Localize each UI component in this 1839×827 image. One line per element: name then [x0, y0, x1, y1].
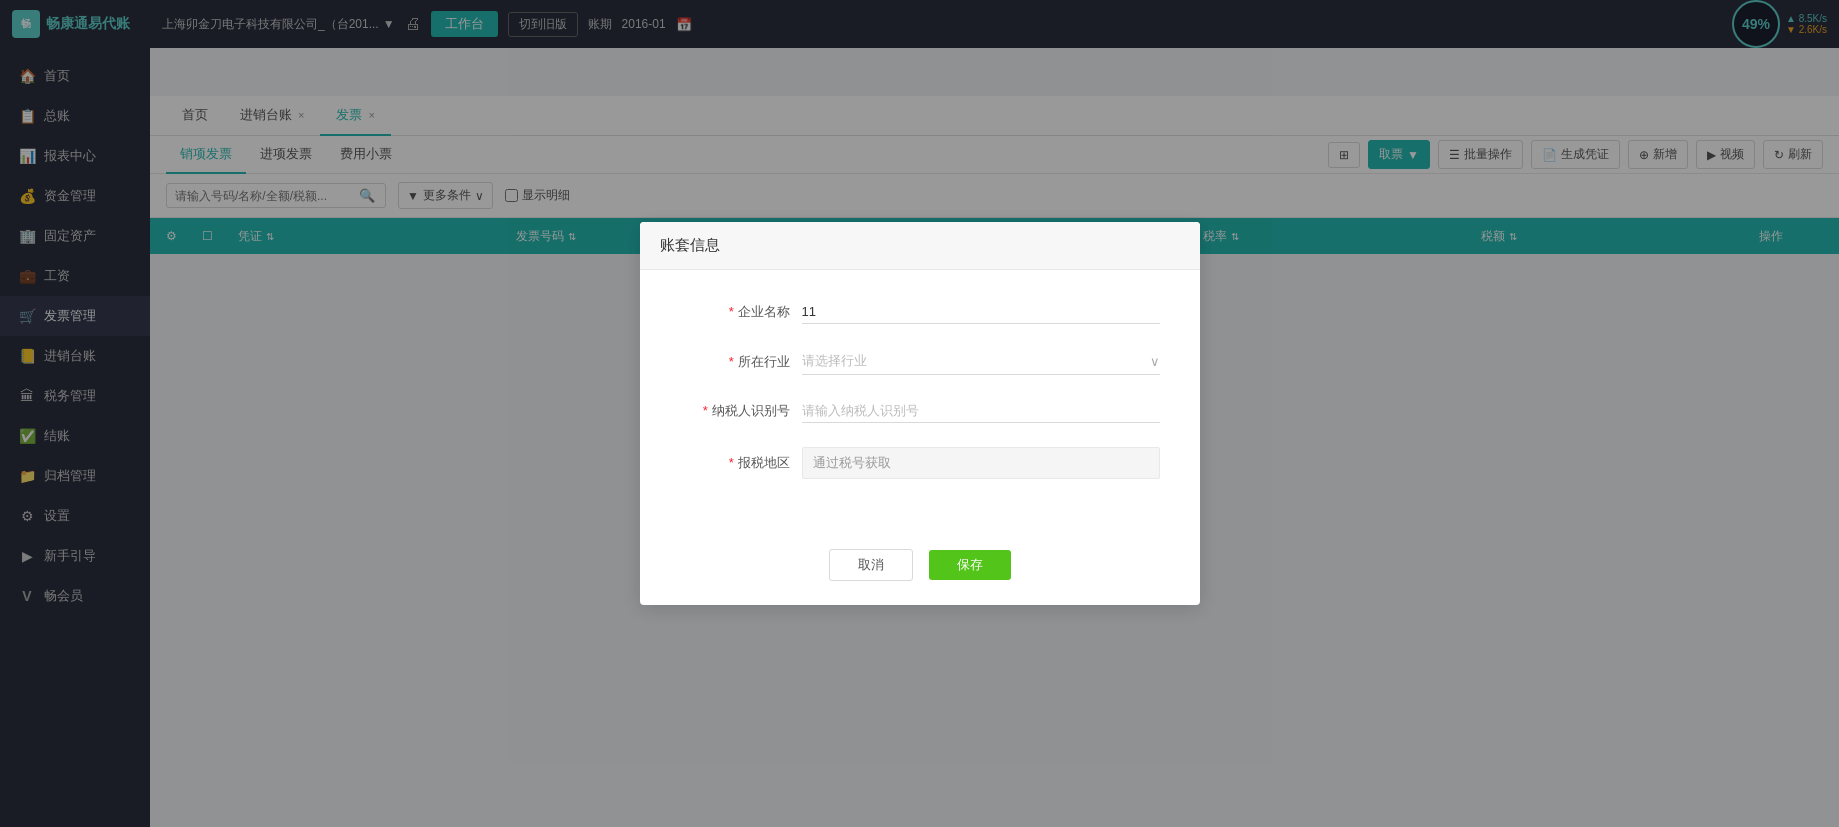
company-name-input[interactable] — [802, 300, 1160, 324]
tax-id-label: * 纳税人识别号 — [680, 402, 790, 420]
tax-region-display: 通过税号获取 — [802, 447, 1160, 479]
form-row-tax-region: * 报税地区 通过税号获取 — [680, 447, 1160, 479]
industry-dropdown-icon: ∨ — [1150, 354, 1160, 369]
form-row-industry: * 所在行业 请选择行业 ∨ — [680, 348, 1160, 375]
dialog-title: 账套信息 — [660, 236, 720, 253]
tax-region-label: * 报税地区 — [680, 454, 790, 472]
form-row-tax-id: * 纳税人识别号 — [680, 399, 1160, 423]
company-name-label: * 企业名称 — [680, 303, 790, 321]
industry-placeholder: 请选择行业 — [802, 352, 867, 370]
account-info-dialog: 账套信息 * 企业名称 * 所在行业 请选择行业 ∨ — [640, 222, 1200, 605]
industry-label: * 所在行业 — [680, 353, 790, 371]
cancel-button[interactable]: 取消 — [829, 549, 913, 581]
dialog-footer: 取消 保存 — [640, 533, 1200, 605]
modal-overlay: 账套信息 * 企业名称 * 所在行业 请选择行业 ∨ — [0, 0, 1839, 827]
save-button[interactable]: 保存 — [929, 550, 1011, 580]
tax-id-input[interactable] — [802, 399, 1160, 423]
dialog-header: 账套信息 — [640, 222, 1200, 270]
industry-select[interactable]: 请选择行业 ∨ — [802, 348, 1160, 375]
form-row-company: * 企业名称 — [680, 300, 1160, 324]
dialog-body: * 企业名称 * 所在行业 请选择行业 ∨ * — [640, 270, 1200, 533]
